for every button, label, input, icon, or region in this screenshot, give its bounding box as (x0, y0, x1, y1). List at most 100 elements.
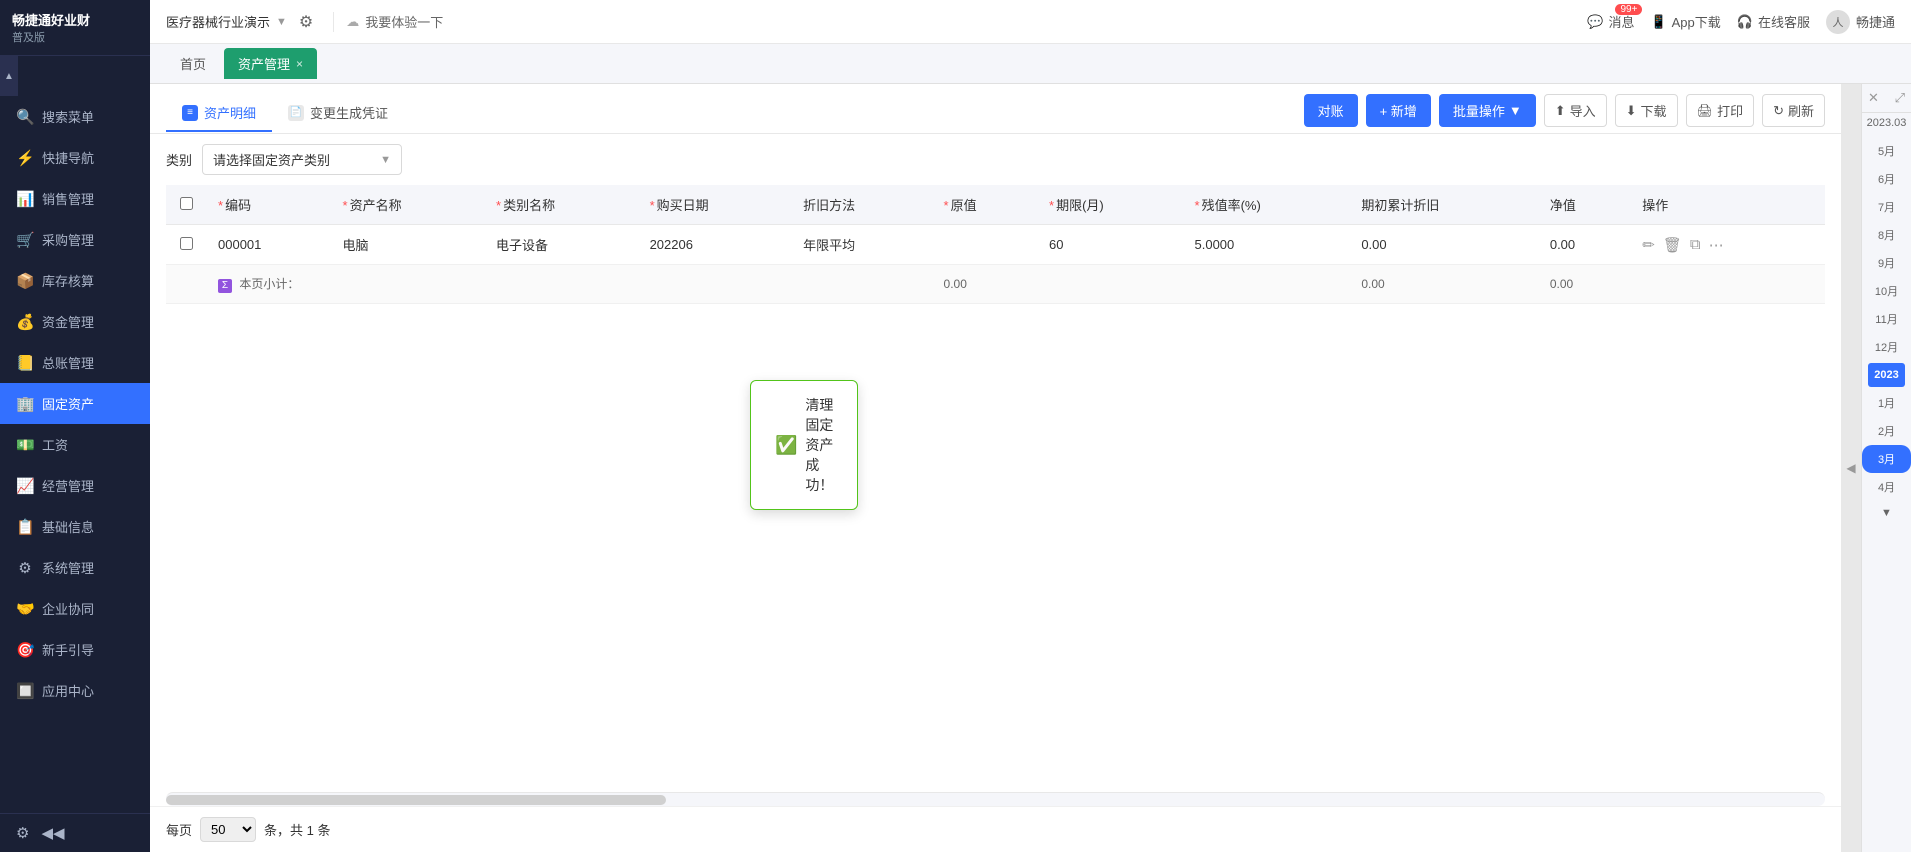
timeline-month-8月[interactable]: 8月 (1862, 221, 1911, 249)
user-menu[interactable]: 人 畅捷通 (1826, 10, 1895, 34)
online-service-button[interactable]: 🎧 在线客服 (1737, 12, 1810, 31)
import-button[interactable]: ⬆ 导入 (1544, 94, 1607, 127)
sidebar-item-label: 工资 (42, 435, 68, 454)
cell-code: 000001 (206, 225, 331, 265)
topbar-right: 💬 消息 99+ 📱 App下载 🎧 在线客服 人 畅捷通 (1587, 10, 1895, 34)
header-category: *类别名称 (484, 185, 638, 225)
sidebar-item-ledger[interactable]: 📒总账管理 (0, 342, 150, 383)
sidebar-item-search[interactable]: 🔍 搜索菜单 (0, 96, 150, 137)
delete-icon[interactable]: 🗑 (1663, 236, 1682, 254)
panel-toggle[interactable]: ◀ (1841, 84, 1861, 852)
timeline-month-1月[interactable]: 1月 (1862, 389, 1911, 417)
sub-tab-asset-detail[interactable]: ≡ 资产明细 (166, 95, 272, 132)
fixed-assets-icon: 🏢 (16, 395, 34, 413)
header-name: *资产名称 (331, 185, 485, 225)
collapse-icon[interactable]: ◀◀ (41, 824, 64, 842)
gear-icon[interactable]: ⚙ (299, 12, 313, 32)
timeline-month-3月[interactable]: 3月 (1862, 445, 1911, 473)
copy-icon[interactable]: ⧉ (1690, 236, 1701, 253)
subtotal-empty2 (1037, 265, 1182, 304)
company-selector[interactable]: 医疗器械行业演示 ▼ (166, 12, 287, 31)
sub-tabs: ≡ 资产明细 📄 变更生成凭证 对账 + 新增 批量操作 ▼ ⬆ (150, 84, 1841, 134)
sidebar-item-purchase[interactable]: 🛒 采购管理 (0, 219, 150, 260)
message-button[interactable]: 💬 消息 99+ (1587, 12, 1634, 31)
new-button[interactable]: + 新增 (1366, 94, 1431, 127)
timeline: 5月6月7月8月9月10月11月12月20231月2月3月4月▼ (1862, 133, 1911, 529)
timeline-month-9月[interactable]: 9月 (1862, 249, 1911, 277)
sidebar-scroll-up[interactable]: ▲ (0, 56, 18, 96)
sidebar-item-inventory[interactable]: 📦库存核算 (0, 260, 150, 301)
message-badge: 99+ (1615, 4, 1642, 15)
horizontal-scrollbar[interactable] (166, 792, 1825, 806)
more-icon[interactable]: ⋯ (1709, 236, 1724, 254)
tab-close-button[interactable]: × (296, 57, 303, 71)
tab-asset-management[interactable]: 资产管理 × (224, 48, 317, 79)
message-icon: 💬 (1587, 14, 1603, 30)
download-icon: 📱 (1650, 14, 1666, 30)
per-page-select[interactable]: 50 100 200 (200, 817, 256, 842)
cell-net-value: 0.00 (1538, 225, 1630, 265)
sidebar-item-guide[interactable]: 🎯新手引导 (0, 629, 150, 670)
select-all-checkbox[interactable] (180, 197, 193, 210)
timeline-month-12月[interactable]: 12月 (1862, 333, 1911, 361)
sidebar-item-label: 经营管理 (42, 476, 94, 495)
sidebar-item-label: 库存核算 (42, 271, 94, 290)
panel-close-icon[interactable]: ✕ (1868, 90, 1879, 106)
header-residual-rate: *残值率(%) (1183, 185, 1350, 225)
sub-tab-change-voucher[interactable]: 📄 变更生成凭证 (272, 95, 404, 132)
category-select[interactable]: 请选择固定资产类别 ▼ (202, 144, 402, 175)
category-placeholder: 请选择固定资产类别 (213, 150, 330, 169)
panel-expand-icon[interactable]: ⤢ (1895, 90, 1905, 106)
timeline-month-6月[interactable]: 6月 (1862, 165, 1911, 193)
timeline-year-2023: 2023 (1868, 363, 1905, 387)
timeline-month-7月[interactable]: 7月 (1862, 193, 1911, 221)
sidebar-item-label: 搜索菜单 (42, 107, 94, 126)
sidebar-item-label: 采购管理 (42, 230, 94, 249)
search-icon: 🔍 (16, 108, 34, 126)
timeline-month-4月[interactable]: 4月 (1862, 473, 1911, 501)
company-name: 医疗器械行业演示 (166, 12, 270, 31)
header-actions: 操作 (1630, 185, 1825, 225)
sidebar-item-label: 应用中心 (42, 681, 94, 700)
timeline-month-5月[interactable]: 5月 (1862, 137, 1911, 165)
sidebar-item-app-center[interactable]: 🔲应用中心 (0, 670, 150, 711)
cell-depreciation-method: 年限平均 (791, 225, 931, 265)
sidebar-item-collab[interactable]: 🤝企业协同 (0, 588, 150, 629)
subtotal-empty1 (166, 265, 206, 304)
sidebar-item-basic-info[interactable]: 📋基础信息 (0, 506, 150, 547)
reconcile-button[interactable]: 对账 (1304, 94, 1358, 127)
sidebar-item-fixed-assets[interactable]: 🏢固定资产 (0, 383, 150, 424)
edit-icon[interactable]: ✏ (1642, 236, 1655, 254)
sidebar-item-quick-nav[interactable]: ⚡快捷导航 (0, 137, 150, 178)
scrollbar-thumb[interactable] (166, 795, 666, 805)
sidebar-item-capital[interactable]: 💰资金管理 (0, 301, 150, 342)
timeline-month-11月[interactable]: 11月 (1862, 305, 1911, 333)
sidebar-item-label: 资金管理 (42, 312, 94, 331)
asset-table: *编码 *资产名称 *类别名称 *购买日期 折旧方法 *原值 *期限(月) *残… (166, 185, 1825, 304)
tab-home[interactable]: 首页 (166, 48, 220, 79)
app-download-button[interactable]: 📱 App下载 (1650, 12, 1720, 31)
download-button[interactable]: ⬇ 下载 (1615, 94, 1678, 127)
sidebar-item-system[interactable]: ⚙系统管理 (0, 547, 150, 588)
timeline-down-arrow[interactable]: ▼ (1862, 501, 1911, 525)
sidebar-item-sales[interactable]: 📊销售管理 (0, 178, 150, 219)
table-wrap: *编码 *资产名称 *类别名称 *购买日期 折旧方法 *原值 *期限(月) *残… (150, 185, 1841, 792)
subtotal-icon: Σ (218, 279, 232, 293)
timeline-month-10月[interactable]: 10月 (1862, 277, 1911, 305)
sidebar-item-salary[interactable]: 💵工资 (0, 424, 150, 465)
timeline-month-2月[interactable]: 2月 (1862, 417, 1911, 445)
refresh-icon: ↻ (1773, 103, 1784, 119)
toast-message: 清理固定资产成功！ (805, 395, 833, 495)
refresh-button[interactable]: ↻ 刷新 (1762, 94, 1825, 127)
sidebar-item-business[interactable]: 📈经营管理 (0, 465, 150, 506)
table-row: 000001 电脑 电子设备 202206 年限平均 60 5.0000 0.0… (166, 225, 1825, 265)
logo-title: 畅捷通好业财 (12, 10, 138, 29)
divider (333, 12, 334, 32)
row-checkbox[interactable] (180, 237, 193, 250)
purchase-icon: 🛒 (16, 231, 34, 249)
cell-category: 电子设备 (484, 225, 638, 265)
experience-button[interactable]: ☁ 我要体验一下 (346, 12, 443, 31)
settings-icon[interactable]: ⚙ (16, 824, 29, 842)
batch-button[interactable]: 批量操作 ▼ (1439, 94, 1536, 127)
print-button[interactable]: 🖨 打印 (1686, 94, 1755, 127)
